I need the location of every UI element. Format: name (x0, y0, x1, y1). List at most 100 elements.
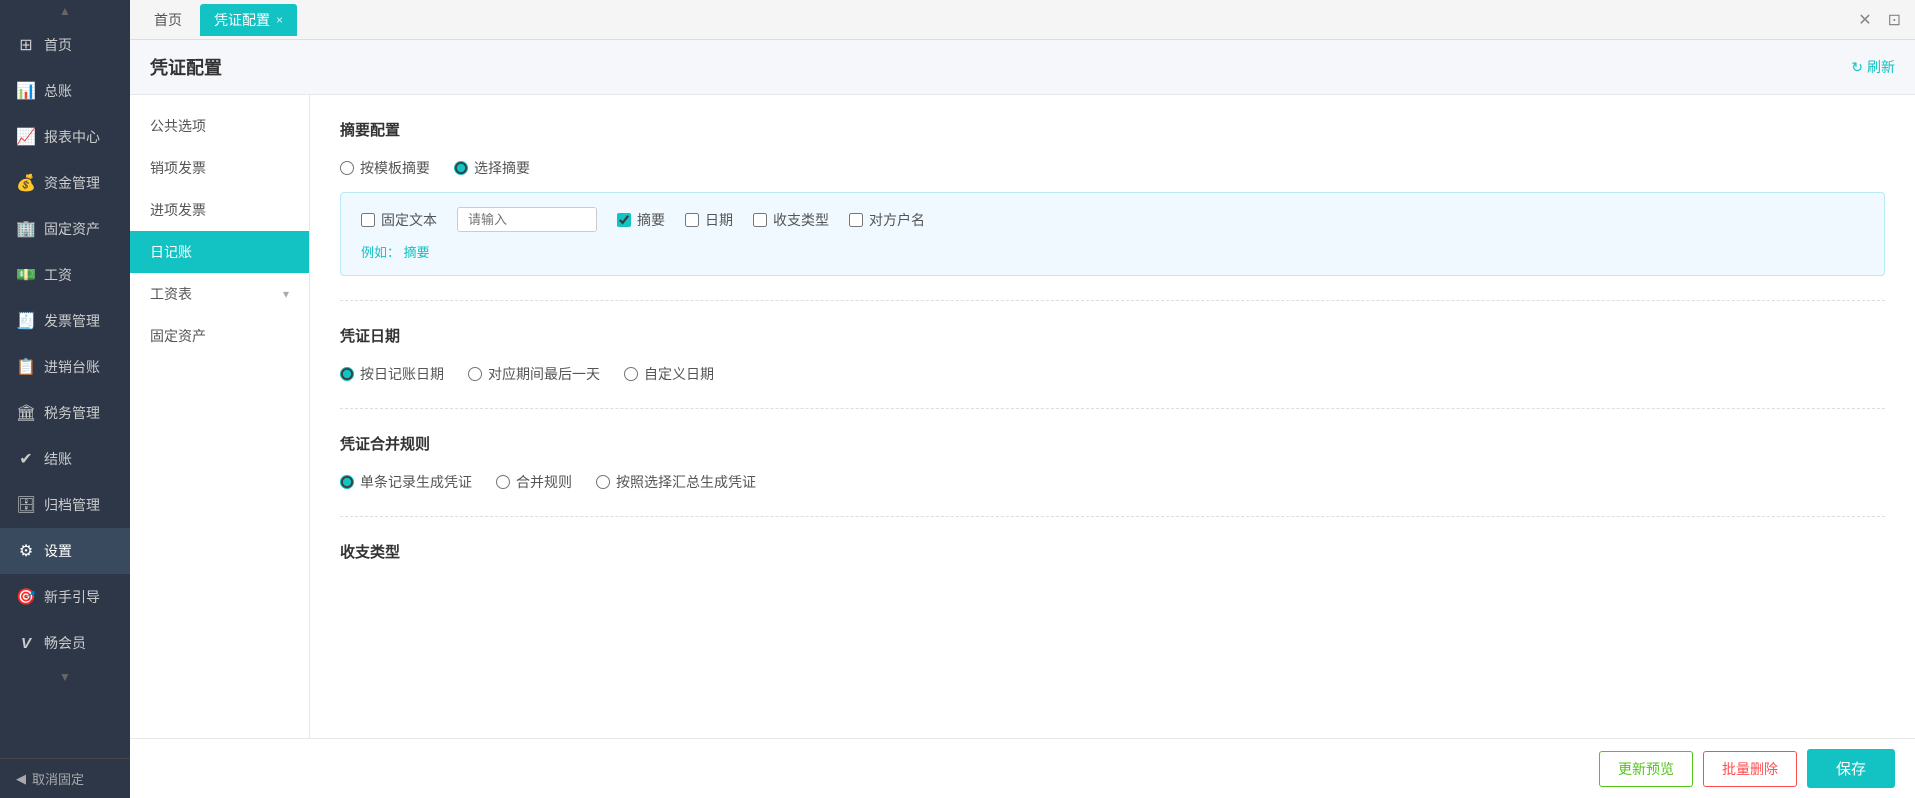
income-type-section: 收支类型 (340, 541, 1885, 604)
summary-radio-group: 按模板摘要 选择摘要 (340, 158, 1885, 178)
window-resize-button[interactable]: ⊡ (1884, 8, 1905, 32)
member-icon: V (16, 635, 36, 652)
left-nav-journal[interactable]: 日记账 (130, 231, 309, 273)
salary-icon: 💵 (16, 265, 36, 285)
save-button[interactable]: 保存 (1807, 749, 1895, 788)
checkbox-counterparty-input[interactable] (849, 213, 863, 227)
checkbox-summary-input[interactable] (617, 213, 631, 227)
checkbox-summary[interactable]: 摘要 (617, 210, 665, 230)
merge-rule-title: 凭证合并规则 (340, 433, 1885, 454)
summary-config-title: 摘要配置 (340, 119, 1885, 140)
sidebar-unpin-button[interactable]: ◀ 取消固定 (0, 758, 130, 798)
left-nav-fixed-assets[interactable]: 固定资产 (130, 315, 309, 357)
settings-icon: ⚙ (16, 541, 36, 561)
refresh-button[interactable]: ↻ 刷新 (1851, 57, 1895, 77)
tax-icon: 🏛 (16, 403, 36, 423)
radio-select-summary-input[interactable] (454, 161, 468, 175)
radio-single-record[interactable]: 单条记录生成凭证 (340, 472, 472, 492)
checkbox-date[interactable]: 日期 (685, 210, 733, 230)
tab-voucher-config[interactable]: 凭证配置 × (200, 4, 297, 36)
radio-summary-generate-input[interactable] (596, 475, 610, 489)
sidebar-item-reports[interactable]: 📈 报表中心 (0, 114, 130, 160)
left-nav-purchase-invoice[interactable]: 进项发票 (130, 189, 309, 231)
sidebar-item-assets[interactable]: 🏢 固定资产 (0, 206, 130, 252)
radio-merge-rule[interactable]: 合并规则 (496, 472, 572, 492)
home-icon: ⊞ (16, 35, 36, 55)
tab-home[interactable]: 首页 (140, 4, 196, 36)
sidebar-item-home[interactable]: ⊞ 首页 (0, 22, 130, 68)
funds-icon: 💰 (16, 173, 36, 193)
summary-checkboxes-row: 固定文本 摘要 日期 (361, 207, 1864, 232)
pin-icon: ◀ (16, 771, 26, 787)
right-content: 摘要配置 按模板摘要 选择摘要 (310, 95, 1915, 738)
radio-template-summary-input[interactable] (340, 161, 354, 175)
page-content: 凭证配置 ↻ 刷新 公共选项 销项发票 进项发票 日记账 (130, 40, 1915, 798)
summary-config-box: 固定文本 摘要 日期 (340, 192, 1885, 276)
merge-rule-radio-group: 单条记录生成凭证 合并规则 按照选择汇总生成凭证 (340, 472, 1885, 492)
checkout-icon: ✔ (16, 449, 36, 469)
sidebar-item-invoice[interactable]: 🧾 发票管理 (0, 298, 130, 344)
guide-icon: 🎯 (16, 587, 36, 607)
checkbox-income-type-input[interactable] (753, 213, 767, 227)
sidebar-item-tax[interactable]: 🏛 税务管理 (0, 390, 130, 436)
radio-custom-date[interactable]: 自定义日期 (624, 364, 714, 384)
radio-last-day[interactable]: 对应期间最后一天 (468, 364, 600, 384)
archive-icon: 🗄 (16, 495, 36, 515)
radio-merge-rule-input[interactable] (496, 475, 510, 489)
page-header: 凭证配置 ↻ 刷新 (130, 40, 1915, 95)
page-title: 凭证配置 (150, 54, 222, 80)
left-nav: 公共选项 销项发票 进项发票 日记账 工资表 ▾ 固定资产 (130, 95, 310, 738)
sidebar-item-archive[interactable]: 🗄 归档管理 (0, 482, 130, 528)
sidebar: ▲ ⊞ 首页 📊 总账 📈 报表中心 💰 资金管理 🏢 固定资产 💵 工资 🧾 … (0, 0, 130, 798)
window-close-button[interactable]: ✕ (1854, 8, 1875, 32)
radio-last-day-input[interactable] (468, 367, 482, 381)
sidebar-item-inout[interactable]: 📋 进销台账 (0, 344, 130, 390)
reports-icon: 📈 (16, 127, 36, 147)
sidebar-item-member[interactable]: V 畅会员 (0, 620, 130, 666)
update-preview-button[interactable]: 更新预览 (1599, 751, 1693, 787)
sidebar-item-ledger[interactable]: 📊 总账 (0, 68, 130, 114)
voucher-date-radio-group: 按日记账日期 对应期间最后一天 自定义日期 (340, 364, 1885, 384)
sidebar-scroll-up[interactable]: ▲ (0, 0, 130, 22)
checkbox-fixed-text[interactable]: 固定文本 (361, 210, 437, 230)
left-nav-common[interactable]: 公共选项 (130, 105, 309, 147)
radio-by-journal-date-input[interactable] (340, 367, 354, 381)
radio-single-record-input[interactable] (340, 475, 354, 489)
merge-rule-section: 凭证合并规则 单条记录生成凭证 合并规则 按照选择汇总生成凭证 (340, 433, 1885, 517)
content-layout: 公共选项 销项发票 进项发票 日记账 工资表 ▾ 固定资产 (130, 95, 1915, 738)
radio-template-summary[interactable]: 按模板摘要 (340, 158, 430, 178)
checkbox-fixed-text-input[interactable] (361, 213, 375, 227)
voucher-date-section: 凭证日期 按日记账日期 对应期间最后一天 自定义日期 (340, 325, 1885, 409)
sidebar-item-settings[interactable]: ⚙ 设置 (0, 528, 130, 574)
sidebar-item-funds[interactable]: 💰 资金管理 (0, 160, 130, 206)
left-nav-sales-invoice[interactable]: 销项发票 (130, 147, 309, 189)
radio-custom-date-input[interactable] (624, 367, 638, 381)
fixed-text-input[interactable] (457, 207, 597, 232)
checkbox-counterparty[interactable]: 对方户名 (849, 210, 925, 230)
left-nav-payroll[interactable]: 工资表 ▾ (130, 273, 309, 315)
sidebar-item-salary[interactable]: 💵 工资 (0, 252, 130, 298)
summary-config-section: 摘要配置 按模板摘要 选择摘要 (340, 119, 1885, 301)
batch-delete-button[interactable]: 批量删除 (1703, 751, 1797, 787)
tabs-right-actions: ✕ ⊡ (1854, 8, 1905, 32)
refresh-icon: ↻ (1851, 59, 1863, 76)
sidebar-item-checkout[interactable]: ✔ 结账 (0, 436, 130, 482)
inout-icon: 📋 (16, 357, 36, 377)
chevron-down-icon: ▾ (283, 287, 289, 301)
invoice-icon: 🧾 (16, 311, 36, 331)
checkbox-date-input[interactable] (685, 213, 699, 227)
sidebar-item-guide[interactable]: 🎯 新手引导 (0, 574, 130, 620)
sidebar-scroll-down[interactable]: ▼ (0, 666, 130, 688)
tabs-bar: 首页 凭证配置 × ✕ ⊡ (130, 0, 1915, 40)
checkbox-income-type[interactable]: 收支类型 (753, 210, 829, 230)
income-type-title: 收支类型 (340, 541, 1885, 562)
radio-summary-generate[interactable]: 按照选择汇总生成凭证 (596, 472, 756, 492)
voucher-date-title: 凭证日期 (340, 325, 1885, 346)
ledger-icon: 📊 (16, 81, 36, 101)
radio-select-summary[interactable]: 选择摘要 (454, 158, 530, 178)
tab-close-button[interactable]: × (276, 13, 283, 27)
main-area: 首页 凭证配置 × ✕ ⊡ 凭证配置 ↻ 刷新 公共选项 (130, 0, 1915, 798)
example-text: 例如： 摘要 (361, 242, 1864, 261)
radio-by-journal-date[interactable]: 按日记账日期 (340, 364, 444, 384)
bottom-action-bar: 更新预览 批量删除 保存 (130, 738, 1915, 798)
